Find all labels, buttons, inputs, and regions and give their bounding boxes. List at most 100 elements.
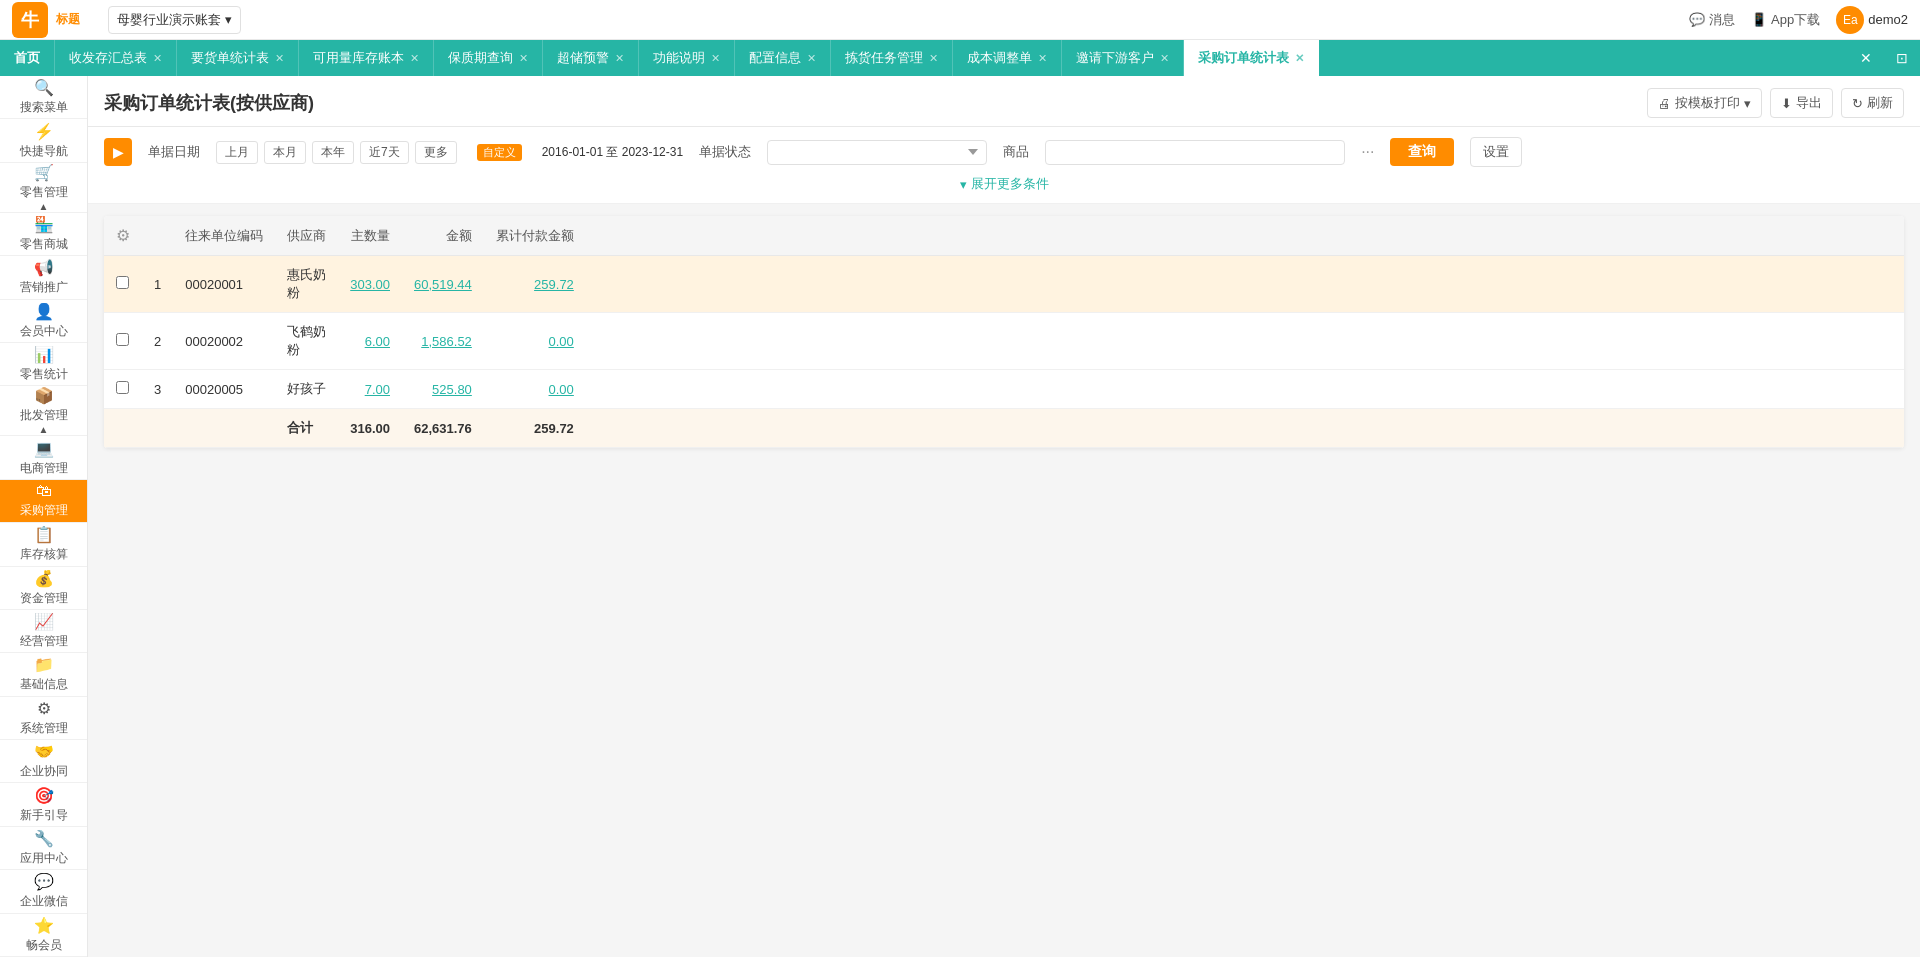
row-amount[interactable]: 60,519.44 <box>402 256 484 313</box>
sidebar-item-7[interactable]: 📦批发管理▲ <box>0 386 87 436</box>
row-paid[interactable]: 0.00 <box>484 370 586 409</box>
sidebar-item-17[interactable]: 🔧应用中心 <box>0 827 87 870</box>
tab-close-icon[interactable]: ✕ <box>807 52 816 65</box>
settings-button[interactable]: 设置 <box>1470 137 1522 167</box>
sidebar-item-15[interactable]: 🤝企业协同 <box>0 740 87 783</box>
sidebar-item-9[interactable]: 🛍采购管理 <box>0 480 87 523</box>
nav-tab-3[interactable]: 可用量库存账本✕ <box>299 40 434 76</box>
more-icon[interactable]: ··· <box>1361 143 1374 161</box>
filter-more-row: ▾ 展开更多条件 <box>104 175 1904 193</box>
sidebar-item-18[interactable]: 💬企业微信 <box>0 870 87 913</box>
row-quantity[interactable]: 7.00 <box>338 370 402 409</box>
footer-empty-1 <box>104 409 142 448</box>
row-index: 2 <box>142 313 173 370</box>
sidebar-icon-18: 💬 <box>34 872 54 891</box>
row-checkbox[interactable] <box>104 370 142 409</box>
message-btn[interactable]: 💬 消息 <box>1689 11 1735 29</box>
row-unit-code: 00020002 <box>173 313 275 370</box>
query-button[interactable]: 查询 <box>1390 138 1454 166</box>
checkbox-input[interactable] <box>116 381 129 394</box>
sidebar-item-12[interactable]: 📈经营管理 <box>0 610 87 653</box>
sidebar-item-6[interactable]: 📊零售统计 <box>0 343 87 386</box>
tab-close-icon[interactable]: ✕ <box>711 52 720 65</box>
nav-tab-9[interactable]: 成本调整单✕ <box>953 40 1062 76</box>
export-button[interactable]: ⬇ 导出 <box>1770 88 1833 118</box>
date-shortcut-本年[interactable]: 本年 <box>312 141 354 164</box>
row-quantity[interactable]: 303.00 <box>338 256 402 313</box>
row-paid[interactable]: 0.00 <box>484 313 586 370</box>
row-checkbox[interactable] <box>104 256 142 313</box>
nav-tab-5[interactable]: 超储预警✕ <box>543 40 639 76</box>
table-footer: 合计 316.00 62,631.76 259.72 <box>104 409 1904 448</box>
nav-tabs: 首页收发存汇总表✕要货单统计表✕可用量库存账本✕保质期查询✕超储预警✕功能说明✕… <box>0 40 1920 76</box>
sidebar-icon-13: 📁 <box>34 655 54 674</box>
row-quantity[interactable]: 6.00 <box>338 313 402 370</box>
row-extra <box>586 256 1904 313</box>
nav-tab-10[interactable]: 邀请下游客户✕ <box>1062 40 1184 76</box>
avatar: Ea <box>1836 6 1864 34</box>
tab-close-icon[interactable]: ✕ <box>1160 52 1169 65</box>
refresh-button[interactable]: ↻ 刷新 <box>1841 88 1904 118</box>
sidebar-item-1[interactable]: ⚡快捷导航 <box>0 119 87 162</box>
tab-close-icon[interactable]: ✕ <box>519 52 528 65</box>
row-unit-code: 00020005 <box>173 370 275 409</box>
sidebar-item-5[interactable]: 👤会员中心 <box>0 300 87 343</box>
nav-tab-2[interactable]: 要货单统计表✕ <box>177 40 299 76</box>
row-amount[interactable]: 1,586.52 <box>402 313 484 370</box>
tab-close-icon[interactable]: ✕ <box>410 52 419 65</box>
date-shortcut-上月[interactable]: 上月 <box>216 141 258 164</box>
checkbox-input[interactable] <box>116 276 129 289</box>
tab-close-icon[interactable]: ✕ <box>275 52 284 65</box>
date-shortcut-更多[interactable]: 更多 <box>415 141 457 164</box>
tab-close-icon[interactable]: ✕ <box>153 52 162 65</box>
workspace-selector[interactable]: 母婴行业演示账套 ▾ <box>108 6 241 34</box>
sidebar-item-14[interactable]: ⚙系统管理 <box>0 697 87 740</box>
refresh-label: 刷新 <box>1867 94 1893 112</box>
query-label: 查询 <box>1408 143 1436 159</box>
sidebar-item-2[interactable]: 🛒零售管理▲ <box>0 163 87 213</box>
nav-close-btn[interactable]: ✕ <box>1848 40 1884 76</box>
custom-badge[interactable]: 自定义 <box>477 144 522 161</box>
date-shortcut-本月[interactable]: 本月 <box>264 141 306 164</box>
app-download-btn[interactable]: 📱 App下载 <box>1751 11 1820 29</box>
col-index-header <box>142 216 173 256</box>
sidebar-icon-1: ⚡ <box>34 122 54 141</box>
sidebar-item-3[interactable]: 🏪零售商城 <box>0 213 87 256</box>
status-select[interactable] <box>767 140 987 165</box>
filter-expand-btn[interactable]: ▶ <box>104 138 132 166</box>
gear-icon[interactable]: ⚙ <box>116 227 130 244</box>
sidebar-item-16[interactable]: 🎯新手引导 <box>0 783 87 826</box>
nav-tab-4[interactable]: 保质期查询✕ <box>434 40 543 76</box>
nav-maximize-btn[interactable]: ⊡ <box>1884 40 1920 76</box>
goods-input[interactable] <box>1045 140 1345 165</box>
sidebar-item-10[interactable]: 📋库存核算 <box>0 523 87 566</box>
nav-tab-8[interactable]: 拣货任务管理✕ <box>831 40 953 76</box>
print-label: 按模板打印 <box>1675 94 1740 112</box>
nav-tab-7[interactable]: 配置信息✕ <box>735 40 831 76</box>
nav-tab-0[interactable]: 首页 <box>0 40 55 76</box>
sidebar-item-0[interactable]: 🔍搜索菜单 <box>0 76 87 119</box>
expand-more-btn[interactable]: ▾ 展开更多条件 <box>960 175 1049 193</box>
nav-tab-11[interactable]: 采购订单统计表✕ <box>1184 40 1319 76</box>
tab-close-icon[interactable]: ✕ <box>929 52 938 65</box>
sidebar-item-8[interactable]: 💻电商管理 <box>0 436 87 479</box>
sidebar-label-4: 营销推广 <box>20 279 68 296</box>
row-amount[interactable]: 525.80 <box>402 370 484 409</box>
sidebar-item-19[interactable]: ⭐畅会员 <box>0 914 87 957</box>
sidebar-item-13[interactable]: 📁基础信息 <box>0 653 87 696</box>
date-shortcut-近7天[interactable]: 近7天 <box>360 141 409 164</box>
row-paid[interactable]: 259.72 <box>484 256 586 313</box>
tab-close-icon[interactable]: ✕ <box>615 52 624 65</box>
row-extra <box>586 313 1904 370</box>
table-header-row: ⚙ 往来单位编码 供应商 主数量 金额 累计付款金额 <box>104 216 1904 256</box>
nav-tab-1[interactable]: 收发存汇总表✕ <box>55 40 177 76</box>
tab-close-icon[interactable]: ✕ <box>1038 52 1047 65</box>
sidebar-item-11[interactable]: 💰资金管理 <box>0 567 87 610</box>
nav-tab-6[interactable]: 功能说明✕ <box>639 40 735 76</box>
tab-close-icon[interactable]: ✕ <box>1295 52 1304 65</box>
row-checkbox[interactable] <box>104 313 142 370</box>
print-button[interactable]: 🖨 按模板打印 ▾ <box>1647 88 1762 118</box>
sidebar-item-4[interactable]: 📢营销推广 <box>0 256 87 299</box>
checkbox-input[interactable] <box>116 333 129 346</box>
user-area[interactable]: Ea demo2 <box>1836 6 1908 34</box>
